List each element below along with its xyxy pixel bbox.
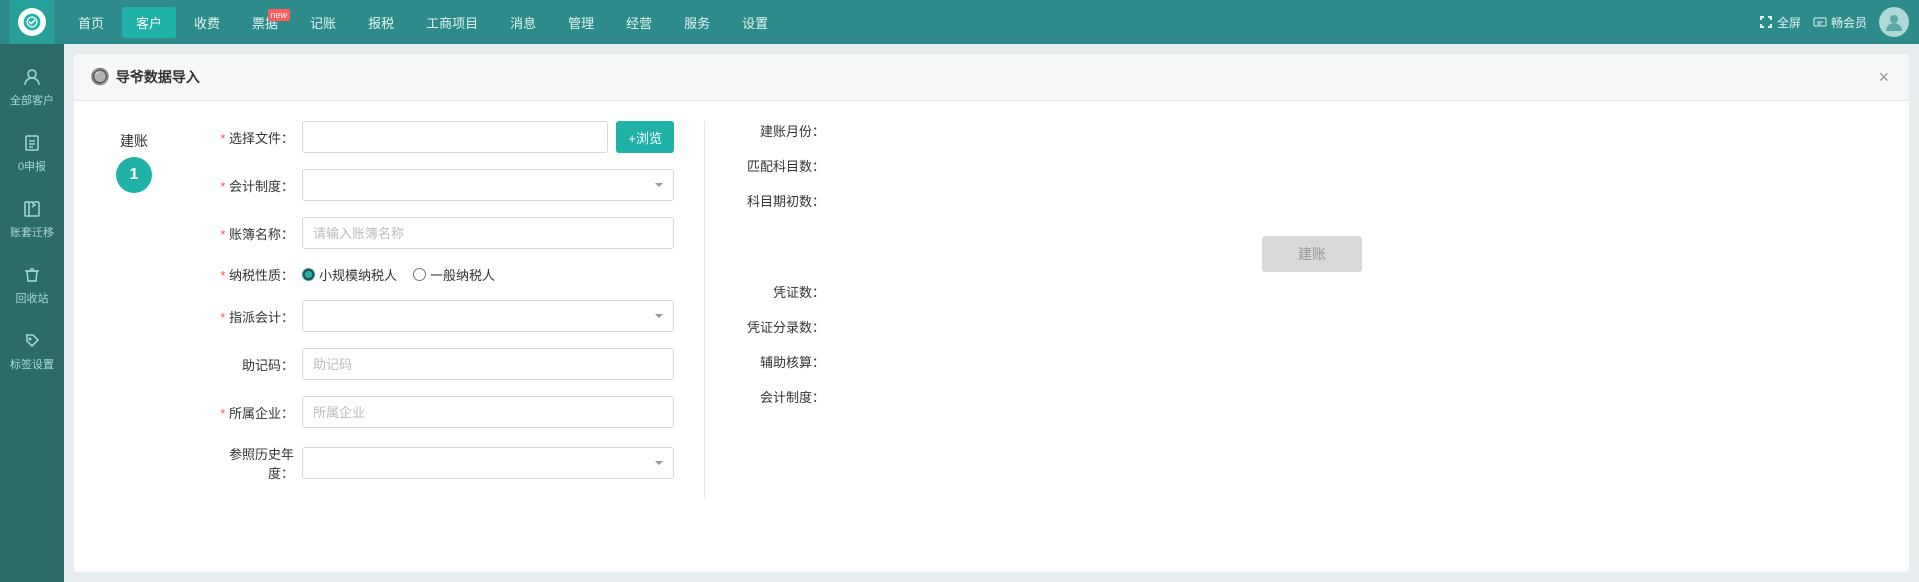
nav-item-bookkeeping[interactable]: 记账 — [296, 7, 350, 38]
match-row: 匹配科目数： — [735, 156, 1889, 175]
sidebar-item-recycle[interactable]: 回收站 — [0, 252, 64, 318]
accounting-select[interactable] — [302, 169, 674, 201]
aux-label: 辅助核算： — [735, 352, 825, 371]
file-input[interactable] — [302, 121, 608, 153]
voucher-row: 凭证数： — [735, 282, 1889, 301]
company-input[interactable] — [302, 396, 674, 428]
new-badge: new — [268, 9, 291, 22]
person-icon — [21, 66, 43, 88]
content-area: 🔘 导爷数据导入 × 建账 1 选择文件： + — [64, 44, 1919, 582]
member-label: 畅会员 — [1831, 14, 1867, 31]
logo[interactable] — [10, 0, 54, 44]
history-select[interactable] — [302, 447, 674, 479]
report-icon — [21, 132, 43, 154]
sidebar: 全部客户 0申报 账套迁移 — [0, 44, 64, 582]
tax-radio-group: 小规模纳税人 一般纳税人 — [302, 265, 674, 284]
voucher-entries-label: 凭证分录数： — [735, 317, 825, 336]
nav-items: 首页 客户 收费 票据 new 记账 报税 工商项目 消息 管理 经营 服务 设… — [64, 7, 1759, 38]
nav-item-tax[interactable]: 报税 — [354, 7, 408, 38]
accounting-label: 会计制度： — [214, 176, 294, 195]
accountant-select[interactable] — [302, 300, 674, 332]
sidebar-label-all-customers: 全部客户 — [10, 92, 54, 108]
history-label: 参照历史年度： — [214, 444, 294, 482]
sidebar-label-account-migration: 账套迁移 — [10, 224, 54, 240]
sidebar-label-tag-settings: 标签设置 — [10, 356, 54, 372]
member-btn[interactable]: 畅会员 — [1813, 14, 1867, 31]
aux-row: 辅助核算： — [735, 352, 1889, 371]
panel-title: 🔘 导爷数据导入 — [90, 67, 200, 87]
month-label: 建账月份： — [735, 121, 825, 140]
sidebar-item-zero-report[interactable]: 0申报 — [0, 120, 64, 186]
close-button[interactable]: × — [1874, 66, 1893, 88]
import-icon: 🔘 — [90, 67, 110, 87]
tax-option2-label[interactable]: 一般纳税人 — [413, 265, 495, 284]
left-form: 选择文件： +浏览 会计制度： 账簿名称： — [194, 121, 694, 498]
tax-option2-radio[interactable] — [413, 268, 426, 281]
trash-icon — [21, 264, 43, 286]
tax-label: 纳税性质： — [214, 265, 294, 284]
month-row: 建账月份： — [735, 121, 1889, 140]
avatar[interactable] — [1879, 7, 1909, 37]
company-label: 所属企业： — [214, 403, 294, 422]
company-row: 所属企业： — [214, 396, 674, 428]
nav-item-customer[interactable]: 客户 — [122, 7, 176, 38]
build-btn-area: 建账 — [735, 226, 1889, 282]
file-row: 选择文件： +浏览 — [214, 121, 674, 153]
right-accounting-row: 会计制度： — [735, 387, 1889, 406]
browse-button[interactable]: +浏览 — [616, 121, 674, 153]
nav-item-home[interactable]: 首页 — [64, 7, 118, 38]
ledger-input[interactable] — [302, 217, 674, 249]
nav-item-manage[interactable]: 管理 — [554, 7, 608, 38]
period-row: 科目期初数： — [735, 191, 1889, 210]
panel-title-text: 导爷数据导入 — [116, 67, 200, 87]
tax-option1-radio[interactable] — [302, 268, 315, 281]
nav-right: 全屏 畅会员 — [1759, 7, 1909, 37]
main-panel: 🔘 导爷数据导入 × 建账 1 选择文件： + — [74, 54, 1909, 572]
nav-item-fee[interactable]: 收费 — [180, 7, 234, 38]
voucher-entries-row: 凭证分录数： — [735, 317, 1889, 336]
file-label: 选择文件： — [214, 128, 294, 147]
step-label: 建账 — [120, 131, 148, 151]
voucher-label: 凭证数： — [735, 282, 825, 301]
accountant-label: 指派会计： — [214, 307, 294, 326]
nav-item-message[interactable]: 消息 — [496, 7, 550, 38]
top-nav: 首页 客户 收费 票据 new 记账 报税 工商项目 消息 管理 经营 服务 设… — [0, 0, 1919, 44]
right-accounting-label: 会计制度： — [735, 387, 825, 406]
book-icon — [21, 198, 43, 220]
nav-item-settings[interactable]: 设置 — [728, 7, 782, 38]
main-layout: 全部客户 0申报 账套迁移 — [0, 44, 1919, 582]
build-button[interactable]: 建账 — [1262, 236, 1362, 272]
sidebar-item-all-customers[interactable]: 全部客户 — [0, 54, 64, 120]
history-row: 参照历史年度： — [214, 444, 674, 482]
memo-label: 助记码： — [214, 355, 294, 374]
sidebar-label-zero-report: 0申报 — [18, 158, 46, 174]
memo-input[interactable] — [302, 348, 674, 380]
tag-icon — [21, 330, 43, 352]
ledger-label: 账簿名称： — [214, 224, 294, 243]
accounting-row: 会计制度： — [214, 169, 674, 201]
sidebar-item-account-migration[interactable]: 账套迁移 — [0, 186, 64, 252]
match-label: 匹配科目数： — [735, 156, 825, 175]
nav-item-industrial[interactable]: 工商项目 — [412, 7, 492, 38]
panel-header: 🔘 导爷数据导入 × — [74, 54, 1909, 101]
step-circle: 1 — [116, 157, 152, 193]
accountant-row: 指派会计： — [214, 300, 674, 332]
logo-icon — [18, 8, 46, 36]
form-area: 建账 1 选择文件： +浏览 会计制度： — [74, 101, 1909, 518]
form-divider — [704, 121, 705, 498]
period-label: 科目期初数： — [735, 191, 825, 210]
nav-item-invoice[interactable]: 票据 new — [238, 7, 292, 38]
step-section: 建账 1 — [74, 121, 194, 498]
fullscreen-btn[interactable]: 全屏 — [1759, 14, 1801, 31]
nav-item-service[interactable]: 服务 — [670, 7, 724, 38]
sidebar-label-recycle: 回收站 — [16, 290, 49, 306]
memo-row: 助记码： — [214, 348, 674, 380]
fullscreen-label: 全屏 — [1777, 14, 1801, 31]
tax-row: 纳税性质： 小规模纳税人 一般纳税人 — [214, 265, 674, 284]
ledger-row: 账簿名称： — [214, 217, 674, 249]
tax-option1-label[interactable]: 小规模纳税人 — [302, 265, 397, 284]
sidebar-item-tag-settings[interactable]: 标签设置 — [0, 318, 64, 384]
nav-item-operation[interactable]: 经营 — [612, 7, 666, 38]
right-form: 建账月份： 匹配科目数： 科目期初数： 建账 — [715, 121, 1909, 498]
